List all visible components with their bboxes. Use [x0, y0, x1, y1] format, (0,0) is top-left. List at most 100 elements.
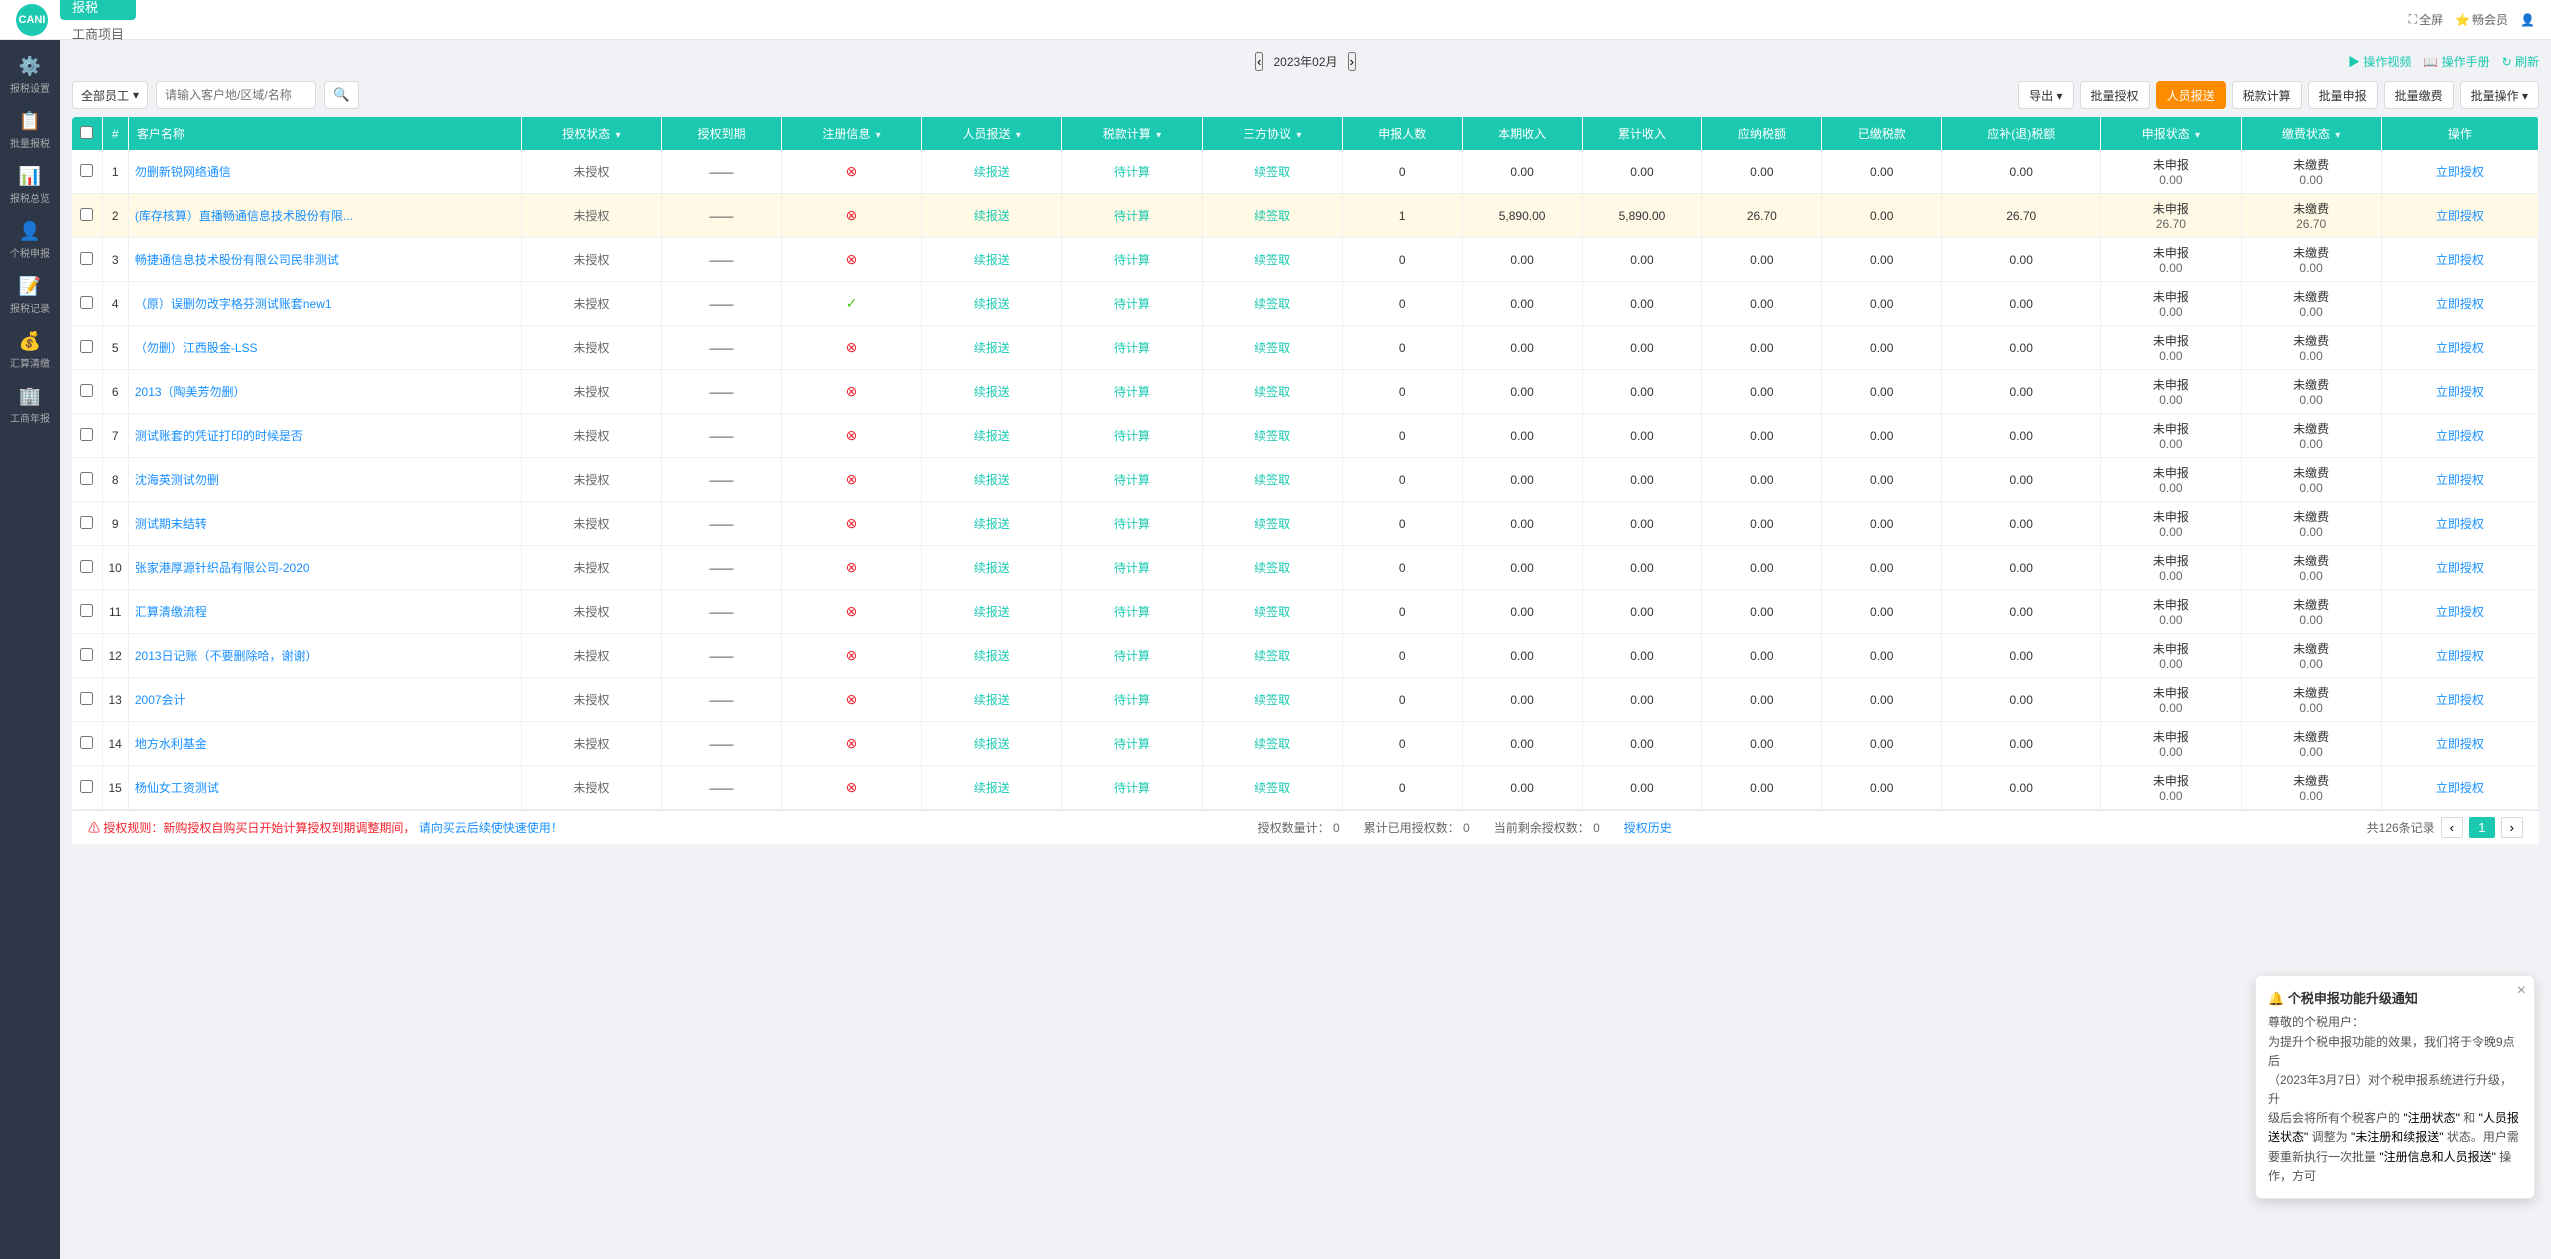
row-checkbox[interactable] [80, 516, 93, 529]
page-1-btn[interactable]: 1 [2469, 817, 2494, 838]
app-logo[interactable]: CANI [16, 4, 48, 36]
triparty-link[interactable]: 续签取 [1254, 253, 1290, 267]
triparty-link[interactable]: 续签取 [1254, 429, 1290, 443]
personal-report-link[interactable]: 续报送 [974, 737, 1010, 751]
personal-report-link[interactable]: 续报送 [974, 781, 1010, 795]
prev-month-btn[interactable]: ‹ [1255, 52, 1263, 71]
customer-name-link[interactable]: 测试期末结转 [135, 517, 207, 531]
employee-filter[interactable]: 全部员工 ▾ [72, 81, 148, 109]
action-link[interactable]: 立即授权 [2436, 209, 2484, 223]
tax-calc-link[interactable]: 待计算 [1114, 253, 1150, 267]
customer-name-link[interactable]: 测试账套的凭证打印的时候是否 [135, 429, 303, 443]
triparty-link[interactable]: 续签取 [1254, 209, 1290, 223]
next-page-btn[interactable]: › [2501, 817, 2523, 838]
triparty-link[interactable]: 续签取 [1254, 781, 1290, 795]
tax-calc-link[interactable]: 待计算 [1114, 781, 1150, 795]
action-link[interactable]: 立即授权 [2436, 429, 2484, 443]
customer-name-link[interactable]: 2013日记账（不要删除哈，谢谢） [135, 649, 318, 663]
personal-report-link[interactable]: 续报送 [974, 517, 1010, 531]
personal-report-link[interactable]: 续报送 [974, 385, 1010, 399]
row-checkbox[interactable] [80, 384, 93, 397]
personal-report-btn[interactable]: 人员报送 [2156, 81, 2226, 109]
tax-calc-link[interactable]: 待计算 [1114, 517, 1150, 531]
tax-calc-link[interactable]: 待计算 [1114, 605, 1150, 619]
search-input[interactable] [156, 81, 316, 109]
user-icon[interactable]: 👤 [2520, 13, 2535, 27]
fee-status-header[interactable]: 缴费状态 ▾ [2241, 117, 2381, 150]
personal-report-link[interactable]: 续报送 [974, 473, 1010, 487]
nav-item-报税[interactable]: 报税 [60, 0, 136, 20]
select-all-checkbox[interactable] [80, 126, 93, 139]
auth-history-link[interactable]: 授权历史 [1624, 819, 1672, 836]
row-checkbox[interactable] [80, 208, 93, 221]
row-checkbox[interactable] [80, 604, 93, 617]
triparty-link[interactable]: 续签取 [1254, 737, 1290, 751]
tax-calc-link[interactable]: 待计算 [1114, 385, 1150, 399]
action-link[interactable]: 立即授权 [2436, 649, 2484, 663]
batch-op-btn[interactable]: 批量操作 ▾ [2460, 81, 2539, 109]
triparty-link[interactable]: 续签取 [1254, 473, 1290, 487]
action-link[interactable]: 立即授权 [2436, 605, 2484, 619]
report-status-header[interactable]: 申报状态 ▾ [2101, 117, 2241, 150]
tax-calc-link[interactable]: 待计算 [1114, 297, 1150, 311]
triparty-link[interactable]: 续签取 [1254, 517, 1290, 531]
sidebar-item-汇算清缴[interactable]: 💰汇算清缴 [4, 323, 56, 378]
action-link[interactable]: 立即授权 [2436, 473, 2484, 487]
tax-calc-btn[interactable]: 税款计算 [2232, 81, 2302, 109]
prev-page-btn[interactable]: ‹ [2441, 817, 2463, 838]
row-checkbox[interactable] [80, 692, 93, 705]
action-link[interactable]: 立即授权 [2436, 737, 2484, 751]
sidebar-item-报税设置[interactable]: ⚙️报税设置 [4, 48, 56, 103]
triparty-link[interactable]: 续签取 [1254, 693, 1290, 707]
action-link[interactable]: 立即授权 [2436, 561, 2484, 575]
customer-name-link[interactable]: 沈海英测试勿删 [135, 473, 219, 487]
search-button[interactable]: 🔍 [324, 81, 359, 109]
batch-fee-btn[interactable]: 批量缴费 [2384, 81, 2454, 109]
sidebar-item-工商年报[interactable]: 🏢工商年报 [4, 378, 56, 433]
warning-link[interactable]: 请向买云后续使快速使用！ [419, 821, 563, 835]
triparty-link[interactable]: 续签取 [1254, 605, 1290, 619]
sidebar-item-报税记录[interactable]: 📝报税记录 [4, 268, 56, 323]
personal-report-link[interactable]: 续报送 [974, 253, 1010, 267]
action-link[interactable]: 立即授权 [2436, 165, 2484, 179]
customer-name-link[interactable]: 杨仙女工资测试 [135, 781, 219, 795]
customer-name-link[interactable]: 畅捷通信息技术股份有限公司民非测试 [135, 253, 339, 267]
action-link[interactable]: 立即授权 [2436, 385, 2484, 399]
customer-name-link[interactable]: 2007会计 [135, 693, 186, 707]
row-checkbox[interactable] [80, 648, 93, 661]
refresh-btn[interactable]: ↻ 刷新 [2502, 53, 2539, 70]
vip-btn[interactable]: ⭐ 畅会员 [2455, 11, 2508, 28]
personal-report-link[interactable]: 续报送 [974, 165, 1010, 179]
next-month-btn[interactable]: › [1348, 52, 1356, 71]
sidebar-item-报税总览[interactable]: 📊报税总览 [4, 158, 56, 213]
customer-name-link[interactable]: （勿删）江西股金-LSS [135, 341, 258, 355]
customer-name-link[interactable]: (库存核算）直播畅通信息技术股份有限... [135, 209, 353, 223]
triparty-link[interactable]: 续签取 [1254, 165, 1290, 179]
tax-calc-link[interactable]: 待计算 [1114, 649, 1150, 663]
operation-video-link[interactable]: ▶ 操作视频 [2348, 53, 2411, 70]
action-link[interactable]: 立即授权 [2436, 693, 2484, 707]
row-checkbox[interactable] [80, 340, 93, 353]
tax-calc-link[interactable]: 待计算 [1114, 209, 1150, 223]
tax-calc-link[interactable]: 待计算 [1114, 473, 1150, 487]
triparty-link[interactable]: 续签取 [1254, 649, 1290, 663]
row-checkbox[interactable] [80, 560, 93, 573]
action-link[interactable]: 立即授权 [2436, 297, 2484, 311]
auth-status-header[interactable]: 授权状态 ▾ [521, 117, 661, 150]
action-link[interactable]: 立即授权 [2436, 253, 2484, 267]
row-checkbox[interactable] [80, 296, 93, 309]
tax-calc-link[interactable]: 待计算 [1114, 693, 1150, 707]
tax-calc-link[interactable]: 待计算 [1114, 429, 1150, 443]
tax-calc-link[interactable]: 待计算 [1114, 561, 1150, 575]
customer-name-link[interactable]: 勿删新锐网络通信 [135, 165, 231, 179]
row-checkbox[interactable] [80, 472, 93, 485]
triparty-link[interactable]: 续签取 [1254, 561, 1290, 575]
customer-name-link[interactable]: 2013（陶美芳勿删） [135, 385, 246, 399]
personal-report-header[interactable]: 人员报送 ▾ [922, 117, 1062, 150]
tax-calc-link[interactable]: 待计算 [1114, 737, 1150, 751]
fullscreen-btn[interactable]: ⛶ 全屏 [2409, 11, 2443, 28]
action-link[interactable]: 立即授权 [2436, 517, 2484, 531]
batch-report-btn[interactable]: 批量申报 [2308, 81, 2378, 109]
tax-calc-link[interactable]: 待计算 [1114, 165, 1150, 179]
personal-report-link[interactable]: 续报送 [974, 429, 1010, 443]
